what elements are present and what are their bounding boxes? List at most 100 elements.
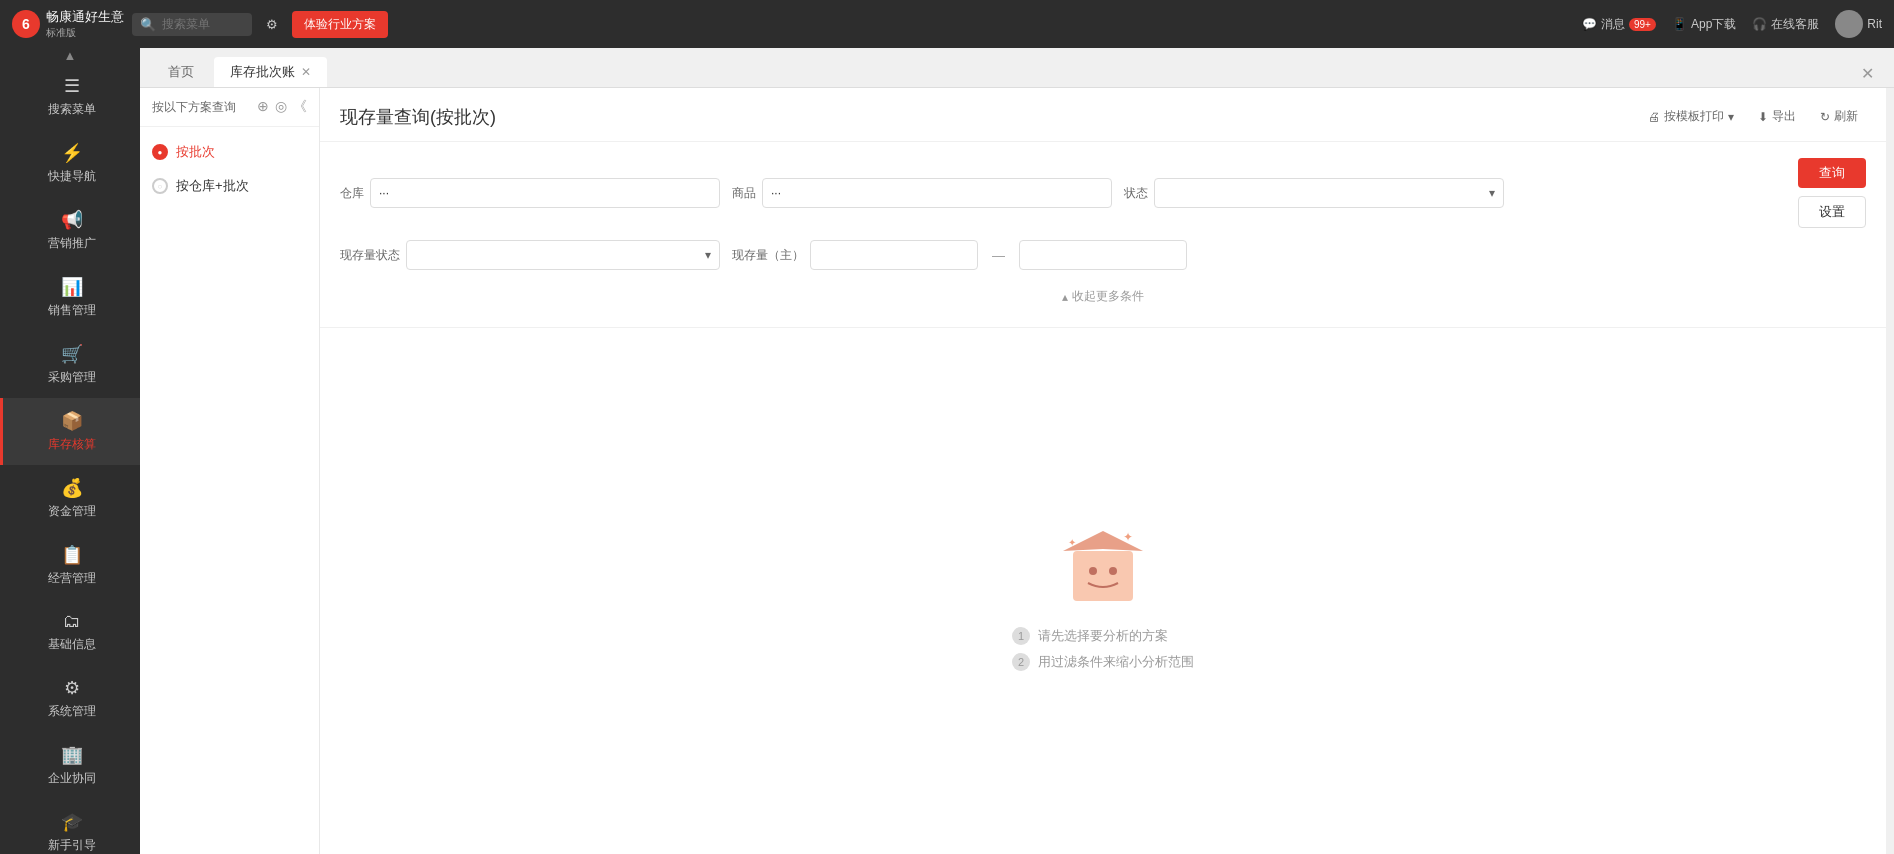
tab-close-icon[interactable]: ✕ <box>301 65 311 79</box>
print-chevron <box>1728 110 1734 124</box>
status-select[interactable] <box>1154 178 1504 208</box>
empty-state: ✦ ✦ 1 请先选择要分析的方案 2 用过滤条件来缩小分析范围 <box>320 328 1886 854</box>
sidebar: ▲ ☰ 搜索菜单 ⚡ 快捷导航 📢 营销推广 📊 销售管理 🛒 采购管理 📦 库… <box>0 48 140 854</box>
empty-hint-2: 2 用过滤条件来缩小分析范围 <box>1012 653 1194 671</box>
product-label: 商品 <box>732 185 756 202</box>
company-info: 畅康通好生意 标准版 <box>46 8 124 40</box>
scheme-item-by-warehouse-batch[interactable]: ○ 按仓库+批次 <box>140 169 319 203</box>
user-name: Rit <box>1867 17 1882 31</box>
hint-text-2: 用过滤条件来缩小分析范围 <box>1038 653 1194 671</box>
print-label: 按模板打印 <box>1664 108 1724 125</box>
print-icon: 🖨 <box>1648 110 1660 124</box>
print-btn[interactable]: 🖨 按模板打印 <box>1640 104 1742 129</box>
graduation-icon: 🎓 <box>61 811 83 833</box>
search-icon: ☰ <box>64 75 80 97</box>
filter-area: 仓库 ··· 商品 ··· 状态 <box>320 142 1886 328</box>
scheme-add-btn[interactable]: ⊕ <box>257 98 269 116</box>
sidebar-label-newbie: 新手引导 <box>48 837 96 854</box>
scheme-dot-active: ● <box>152 144 168 160</box>
sidebar-item-purchase[interactable]: 🛒 采购管理 <box>0 331 140 398</box>
scheme-header-actions: ⊕ ◎ 《 <box>257 98 307 116</box>
cart-icon: 🛒 <box>61 343 83 365</box>
right-scrollbar[interactable] <box>1886 88 1894 854</box>
app-download-btn[interactable]: 📱 App下载 <box>1672 16 1736 33</box>
scheme-item-by-warehouse-batch-label: 按仓库+批次 <box>176 177 249 195</box>
sidebar-item-quick-nav[interactable]: ⚡ 快捷导航 <box>0 130 140 197</box>
settings-button[interactable]: 设置 <box>1798 196 1866 228</box>
sidebar-label-system: 系统管理 <box>48 703 96 720</box>
svg-rect-0 <box>1073 551 1133 601</box>
sidebar-item-operations[interactable]: 📋 经营管理 <box>0 532 140 599</box>
top-bar-search-box[interactable]: 🔍 <box>132 13 252 36</box>
export-btn[interactable]: ⬇ 导出 <box>1750 104 1804 129</box>
warehouse-input[interactable]: ··· <box>370 178 720 208</box>
sidebar-item-sales[interactable]: 📊 销售管理 <box>0 264 140 331</box>
sidebar-label-search: 搜索菜单 <box>48 101 96 118</box>
sidebar-scroll-up[interactable]: ▲ <box>0 48 140 63</box>
scheme-item-by-batch[interactable]: ● 按批次 <box>140 135 319 169</box>
filter-product: 商品 ··· <box>732 178 1112 208</box>
online-service-label: 在线客服 <box>1771 16 1819 33</box>
inventory-status-chevron <box>705 248 711 262</box>
sidebar-item-finance[interactable]: 💰 资金管理 <box>0 465 140 532</box>
messages-label: 消息 <box>1601 16 1625 33</box>
sidebar-item-system[interactable]: ⚙ 系统管理 <box>0 665 140 732</box>
filter-row-1: 仓库 ··· 商品 ··· 状态 <box>340 158 1866 228</box>
tab-home[interactable]: 首页 <box>152 57 210 87</box>
inventory-qty-max[interactable] <box>1019 240 1187 270</box>
search-input[interactable] <box>162 17 242 31</box>
refresh-btn[interactable]: ↻ 刷新 <box>1812 104 1866 129</box>
money-icon: 💰 <box>61 477 83 499</box>
refresh-label: 刷新 <box>1834 108 1858 125</box>
query-button[interactable]: 查询 <box>1798 158 1866 188</box>
sidebar-label-purchase: 采购管理 <box>48 369 96 386</box>
scheme-list: ● 按批次 ○ 按仓库+批次 <box>140 127 319 211</box>
query-buttons: 查询 设置 <box>1798 158 1866 228</box>
megaphone-icon: 📢 <box>61 209 83 231</box>
inventory-qty-label: 现存量（主） <box>732 247 804 264</box>
sidebar-item-newbie[interactable]: 🎓 新手引导 <box>0 799 140 854</box>
status-chevron <box>1489 186 1495 200</box>
avatar <box>1835 10 1863 38</box>
sidebar-item-enterprise[interactable]: 🏢 企业协同 <box>0 732 140 799</box>
top-bar: 6 畅康通好生意 标准版 🔍 ⚙ 体验行业方案 💬 消息 99+ 📱 App下载… <box>0 0 1894 48</box>
hint-num-1: 1 <box>1012 627 1030 645</box>
sidebar-item-search[interactable]: ☰ 搜索菜单 <box>0 63 140 130</box>
scheme-collapse-btn[interactable]: 《 <box>293 98 307 116</box>
main-layout: ▲ ☰ 搜索菜单 ⚡ 快捷导航 📢 营销推广 📊 销售管理 🛒 采购管理 📦 库… <box>0 48 1894 854</box>
product-input[interactable]: ··· <box>762 178 1112 208</box>
svg-point-2 <box>1089 567 1097 575</box>
sidebar-item-basics[interactable]: 🗂 基础信息 <box>0 599 140 665</box>
scheme-panel: 按以下方案查询 ⊕ ◎ 《 ● 按批次 ○ 按仓库+批次 <box>140 88 320 854</box>
app-download-label: App下载 <box>1691 16 1736 33</box>
tab-inventory-batch[interactable]: 库存批次账 ✕ <box>214 57 327 87</box>
std-label: 标准版 <box>46 26 124 40</box>
filter-row-2: 现存量状态 现存量（主） — <box>340 240 1866 270</box>
collapse-row[interactable]: 收起更多条件 <box>340 282 1866 311</box>
panel-close-button[interactable]: ✕ <box>1853 60 1882 87</box>
experience-btn[interactable]: 体验行业方案 <box>292 11 388 38</box>
empty-hints: 1 请先选择要分析的方案 2 用过滤条件来缩小分析范围 <box>1012 627 1194 671</box>
online-service-btn[interactable]: 🎧 在线客服 <box>1752 16 1819 33</box>
sidebar-label-inventory: 库存核算 <box>48 436 96 453</box>
tab-inventory-batch-label: 库存批次账 <box>230 63 295 81</box>
empty-svg: ✦ ✦ <box>1053 511 1153 611</box>
lightning-icon: ⚡ <box>61 142 83 164</box>
scheme-settings-btn[interactable]: ◎ <box>275 98 287 116</box>
sidebar-label-basics: 基础信息 <box>48 636 96 653</box>
sidebar-item-inventory[interactable]: 📦 库存核算 <box>0 398 140 465</box>
messages-btn[interactable]: 💬 消息 99+ <box>1582 16 1656 33</box>
sidebar-item-marketing[interactable]: 📢 营销推广 <box>0 197 140 264</box>
export-label: 导出 <box>1772 108 1796 125</box>
inventory-status-select[interactable] <box>406 240 720 270</box>
inventory-qty-min[interactable] <box>810 240 978 270</box>
warehouse-label: 仓库 <box>340 185 364 202</box>
tab-home-label: 首页 <box>168 63 194 81</box>
sidebar-label-marketing: 营销推广 <box>48 235 96 252</box>
sidebar-label-enterprise: 企业协同 <box>48 770 96 787</box>
user-area[interactable]: Rit <box>1835 10 1882 38</box>
svg-text:✦: ✦ <box>1068 537 1076 548</box>
folder-icon: 🗂 <box>63 611 81 632</box>
export-icon: ⬇ <box>1758 110 1768 124</box>
gear-button[interactable]: ⚙ <box>260 12 284 36</box>
